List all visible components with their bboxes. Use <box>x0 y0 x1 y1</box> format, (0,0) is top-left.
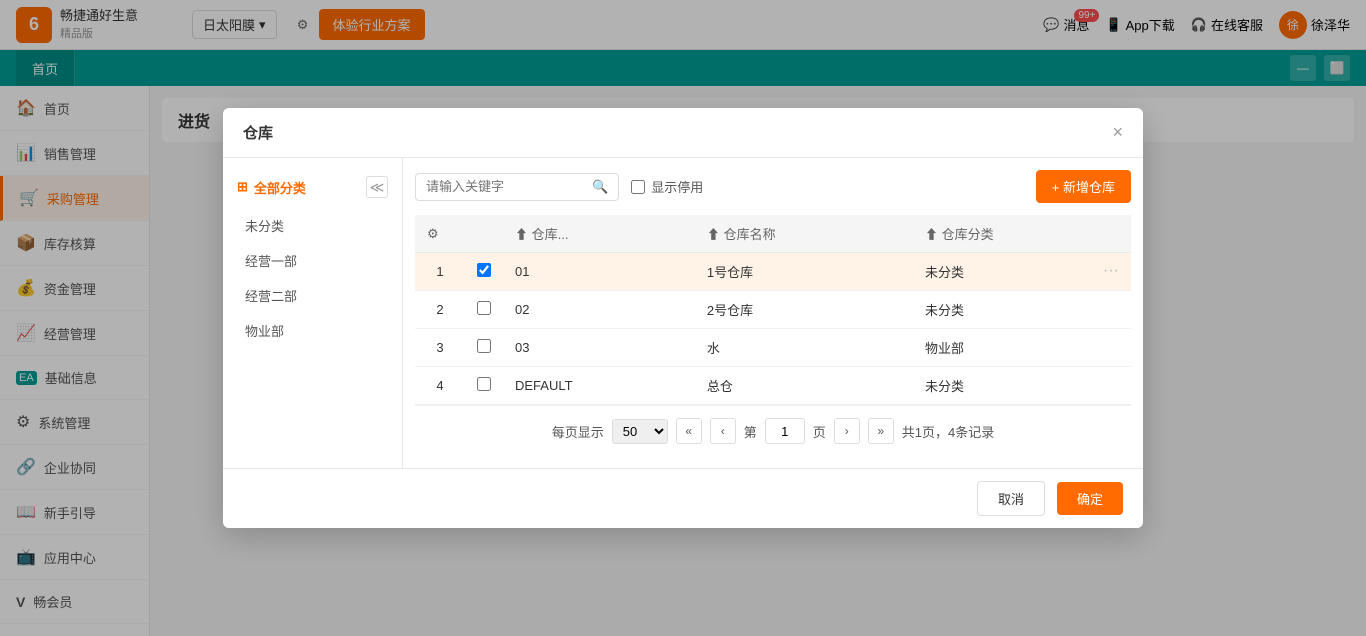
category-header: ⊞ 全部分类 ≪ <box>223 170 402 208</box>
first-page-button[interactable]: « <box>676 418 702 444</box>
modal-body: ⊞ 全部分类 ≪ 未分类 经营一部 经营二部 物业部 <box>223 158 1143 468</box>
category-item-ops2[interactable]: 经营二部 <box>223 278 402 313</box>
row-name: 2号仓库 <box>695 291 913 329</box>
table-toolbar: 🔍 显示停用 + 新增仓库 <box>415 170 1131 203</box>
table-row[interactable]: 1 01 1号仓库 未分类··· <box>415 253 1131 291</box>
row-checkbox[interactable] <box>465 329 503 367</box>
total-info: 共1页，4条记录 <box>902 422 994 441</box>
row-name: 总仓 <box>695 367 913 405</box>
page-word-di: 第 <box>744 422 757 441</box>
table-row[interactable]: 4 DEFAULT 总仓 未分类 <box>415 367 1131 405</box>
row-code: DEFAULT <box>503 367 695 405</box>
show-disabled-checkbox[interactable] <box>631 180 645 194</box>
row-checkbox[interactable] <box>465 253 503 291</box>
col-gear: ⚙ <box>415 215 465 253</box>
show-disabled-label: 显示停用 <box>651 177 703 196</box>
row-name: 1号仓库 <box>695 253 913 291</box>
page-number-input[interactable] <box>765 418 805 444</box>
modal-header: 仓库 × <box>223 108 1143 158</box>
modal-overlay: 仓库 × ⊞ 全部分类 ≪ 未分类 经营一部 <box>0 0 1366 636</box>
modal-footer: 取消 确定 <box>223 468 1143 528</box>
category-all[interactable]: ⊞ 全部分类 <box>237 178 306 197</box>
table-row[interactable]: 3 03 水 物业部 <box>415 329 1131 367</box>
col-checkbox <box>465 215 503 253</box>
warehouse-table: ⚙ ⬆ 仓库... ⬆ 仓库名称 <box>415 215 1131 405</box>
per-page-label: 每页显示 <box>552 422 604 441</box>
row-code: 01 <box>503 253 695 291</box>
table-body: 1 01 1号仓库 未分类··· 2 02 2号仓库 未分类 3 03 水 物业… <box>415 253 1131 405</box>
prev-page-button[interactable]: ‹ <box>710 418 736 444</box>
row-category: 未分类 <box>913 367 1131 405</box>
next-page-button[interactable]: › <box>834 418 860 444</box>
pagination-bar: 每页显示 50 10 20 100 « ‹ 第 页 › » 共1页，4条记录 <box>415 405 1131 456</box>
table-row[interactable]: 2 02 2号仓库 未分类 <box>415 291 1131 329</box>
row-num: 4 <box>415 367 465 405</box>
page-word-page: 页 <box>813 422 826 441</box>
search-input[interactable] <box>426 179 586 194</box>
modal-close-button[interactable]: × <box>1112 122 1123 143</box>
more-button[interactable]: ··· <box>1103 262 1119 280</box>
search-icon: 🔍 <box>592 179 608 195</box>
warehouse-modal: 仓库 × ⊞ 全部分类 ≪ 未分类 经营一部 <box>223 108 1143 528</box>
category-item-ops1[interactable]: 经营一部 <box>223 243 402 278</box>
confirm-button[interactable]: 确定 <box>1057 482 1123 515</box>
cancel-button[interactable]: 取消 <box>977 481 1045 516</box>
row-category: 未分类··· <box>913 253 1131 291</box>
grid-icon: ⊞ <box>237 179 248 195</box>
row-category: 未分类 <box>913 291 1131 329</box>
last-page-button[interactable]: » <box>868 418 894 444</box>
per-page-select[interactable]: 50 10 20 100 <box>612 419 668 444</box>
category-panel: ⊞ 全部分类 ≪ 未分类 经营一部 经营二部 物业部 <box>223 158 403 468</box>
collapse-button[interactable]: ≪ <box>366 176 388 198</box>
row-category: 物业部 <box>913 329 1131 367</box>
row-num: 1 <box>415 253 465 291</box>
table-head: ⚙ ⬆ 仓库... ⬆ 仓库名称 <box>415 215 1131 253</box>
category-item-property[interactable]: 物业部 <box>223 313 402 348</box>
table-header-row: ⚙ ⬆ 仓库... ⬆ 仓库名称 <box>415 215 1131 253</box>
row-checkbox[interactable] <box>465 291 503 329</box>
row-checkbox[interactable] <box>465 367 503 405</box>
row-name: 水 <box>695 329 913 367</box>
category-item-unclassified[interactable]: 未分类 <box>223 208 402 243</box>
row-num: 3 <box>415 329 465 367</box>
category-all-label: 全部分类 <box>254 178 306 197</box>
col-code: ⬆ 仓库... <box>503 215 695 253</box>
search-box: 🔍 <box>415 173 619 201</box>
table-panel: 🔍 显示停用 + 新增仓库 ⚙ <box>403 158 1143 468</box>
table-container: ⚙ ⬆ 仓库... ⬆ 仓库名称 <box>415 215 1131 405</box>
row-code: 03 <box>503 329 695 367</box>
col-name: ⬆ 仓库名称 <box>695 215 913 253</box>
show-disabled-area: 显示停用 <box>631 177 703 196</box>
row-code: 02 <box>503 291 695 329</box>
modal-title: 仓库 <box>243 122 273 143</box>
add-warehouse-button[interactable]: + 新增仓库 <box>1036 170 1131 203</box>
col-category: ⬆ 仓库分类 <box>913 215 1131 253</box>
row-num: 2 <box>415 291 465 329</box>
